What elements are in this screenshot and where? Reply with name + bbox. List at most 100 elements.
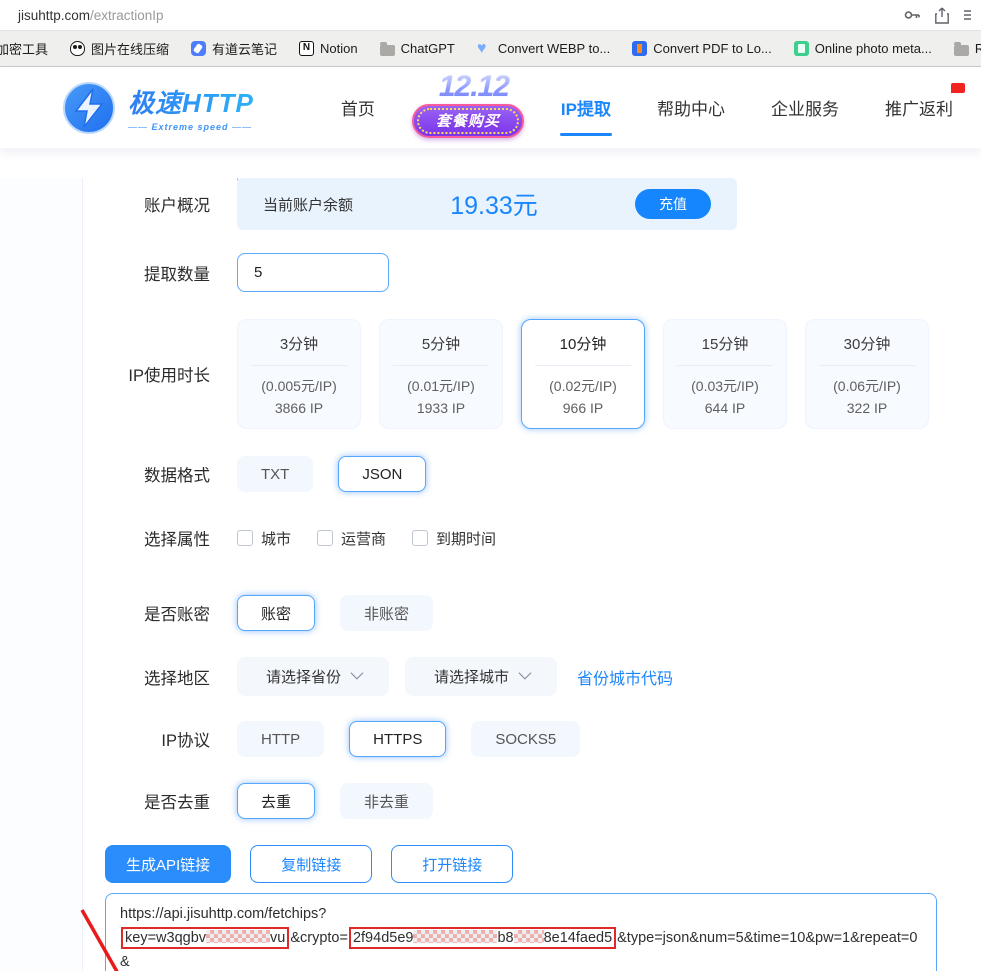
bookmark-label: 加密工具: [0, 42, 49, 57]
carrier-checkbox[interactable]: [317, 530, 334, 546]
promo-pill-label: 套餐购买: [435, 113, 500, 130]
blurred-key-segment: [206, 930, 271, 943]
balance-value: 19.33元: [450, 192, 538, 220]
main-nav: 首页 12.12 套餐购买 IP提取 帮助中心 企业服务 推广返利: [318, 70, 976, 140]
province-placeholder: 请选择省份: [265, 669, 341, 686]
quantity-input[interactable]: [237, 253, 389, 292]
redacted-crypto-annotation-box: 2f94d5e9 b8 8e14faed5: [348, 927, 617, 949]
attr-city[interactable]: 城市: [237, 528, 291, 549]
expiry-checkbox[interactable]: [412, 530, 429, 546]
duration-label: IP使用时长: [128, 367, 210, 385]
redacted-key-annotation-box: key=w3qgbv vu: [121, 927, 290, 949]
nav-referral-label: 推广返利: [884, 100, 953, 119]
auth-label: 是否账密: [144, 606, 210, 624]
blurred-crypto-segment: [413, 930, 498, 943]
city-placeholder: 请选择城市: [433, 669, 509, 686]
duration-title: 3分钟: [279, 336, 319, 353]
api-crypto-prefix: 2f94d5e9: [352, 930, 414, 946]
duration-title: 15分钟: [701, 336, 749, 353]
duration-title: 5分钟: [421, 336, 461, 353]
generate-api-link-button[interactable]: 生成API链接: [105, 845, 232, 883]
nav-enterprise[interactable]: 企业服务: [771, 95, 839, 120]
promo-pill: 套餐购买: [411, 103, 524, 138]
protocol-option-https-selected[interactable]: HTTPS: [349, 721, 447, 757]
site-logo[interactable]: 极速HTTP Extreme speed: [62, 81, 254, 135]
bookmark-item[interactable]: N Notion: [299, 41, 358, 56]
province-city-code-link[interactable]: 省份城市代码: [577, 665, 673, 689]
folder-icon: [953, 41, 969, 56]
bookmark-item[interactable]: Convert PDF to Lo...: [632, 41, 772, 56]
duration-stock: 966 IP: [562, 400, 604, 416]
attrs-label: 选择属性: [144, 531, 210, 549]
bookmark-item[interactable]: 加密工具: [0, 39, 48, 58]
bookmark-item[interactable]: Online photo meta...: [793, 41, 932, 56]
province-select[interactable]: 请选择省份: [237, 657, 389, 696]
share-icon[interactable]: [935, 7, 949, 24]
nav-ip-extract[interactable]: IP提取: [561, 95, 611, 120]
recharge-button[interactable]: 充值: [635, 189, 711, 219]
divider: [819, 365, 915, 366]
bookmark-label: 有道云笔记: [212, 42, 278, 57]
duration-title: 30分钟: [843, 336, 891, 353]
nav-help-center[interactable]: 帮助中心: [657, 95, 725, 120]
attr-carrier[interactable]: 运营商: [317, 528, 386, 549]
dedupe-option-no[interactable]: 非去重: [340, 783, 434, 819]
nav-home[interactable]: 首页: [341, 95, 375, 120]
bookmark-item[interactable]: ♥ Convert WEBP to...: [477, 41, 610, 57]
browser-url-bar[interactable]: jisuhttp.com/extractionIp: [0, 0, 981, 30]
duration-title: 10分钟: [559, 336, 607, 353]
format-label: 数据格式: [144, 467, 210, 485]
nav-referral[interactable]: 推广返利: [884, 83, 965, 120]
divider: [393, 365, 489, 366]
api-url-mid: &crypto=: [290, 930, 348, 946]
api-url-output[interactable]: https://api.jisuhttp.com/fetchips? key=w…: [105, 893, 937, 971]
copy-link-button[interactable]: 复制链接: [250, 845, 373, 883]
attr-expiry[interactable]: 到期时间: [412, 528, 496, 549]
photo-meta-icon: [793, 41, 809, 56]
bookmark-label: Online photo meta...: [814, 41, 932, 56]
folder-icon: [379, 41, 395, 56]
attr-label: 到期时间: [436, 530, 497, 548]
bookmark-item[interactable]: ChatGPT: [379, 41, 455, 56]
auth-option-no-credential[interactable]: 非账密: [340, 595, 434, 631]
bookmark-label: ChatGPT: [400, 41, 455, 56]
bookmark-item[interactable]: Relakkes: [953, 41, 981, 56]
chevron-down-icon: [350, 666, 364, 680]
bookmarks-bar: 加密工具 图片在线压缩 有道云笔记 N Notion ChatGPT ♥ Conve…: [0, 30, 981, 67]
city-select[interactable]: 请选择城市: [405, 657, 557, 696]
key-icon[interactable]: [904, 9, 921, 21]
format-option-txt[interactable]: TXT: [237, 456, 314, 492]
api-crypto-suffix: 8e14faed5: [543, 930, 613, 946]
bookmark-item[interactable]: 有道云笔记: [191, 39, 277, 58]
bookmark-label: Convert PDF to Lo...: [653, 41, 772, 56]
duration-price: (0.005元/IP): [261, 378, 337, 394]
nav-promo-banner[interactable]: 12.12 套餐购买: [411, 70, 524, 140]
divider: [251, 365, 347, 366]
protocol-option-http[interactable]: HTTP: [237, 721, 325, 757]
duration-option-30min[interactable]: 30分钟 (0.06元/IP) 322 IP: [805, 319, 929, 429]
blurred-crypto-segment-2: [513, 930, 544, 943]
api-url-line1: https://api.jisuhttp.com/fetchips?: [120, 906, 327, 922]
duration-option-15min[interactable]: 15分钟 (0.03元/IP) 644 IP: [663, 319, 787, 429]
attr-label: 城市: [261, 530, 292, 548]
lightning-logo-icon: [63, 81, 115, 134]
duration-stock: 1933 IP: [416, 400, 466, 416]
duration-option-10min-selected[interactable]: 10分钟 (0.02元/IP) 966 IP: [521, 319, 645, 429]
auth-option-credential-selected[interactable]: 账密: [237, 595, 316, 631]
hot-badge: [950, 83, 965, 93]
account-balance-box: 当前账户余额 19.33元 充值: [237, 178, 737, 230]
city-checkbox[interactable]: [237, 530, 253, 546]
clipped-toolbar-icon[interactable]: [963, 8, 971, 22]
format-option-json-selected[interactable]: JSON: [338, 456, 427, 492]
duration-option-3min[interactable]: 3分钟 (0.005元/IP) 3866 IP: [237, 319, 361, 429]
region-label: 选择地区: [144, 669, 210, 688]
url-path: /extractionIp: [90, 7, 164, 23]
protocol-option-socks5[interactable]: SOCKS5: [471, 721, 581, 757]
duration-option-5min[interactable]: 5分钟 (0.01元/IP) 1933 IP: [379, 319, 503, 429]
duration-price: (0.01元/IP): [407, 378, 475, 394]
bookmark-item[interactable]: 图片在线压缩: [70, 39, 169, 58]
dedupe-option-yes-selected[interactable]: 去重: [237, 783, 316, 819]
dedupe-label: 是否去重: [144, 794, 210, 812]
open-link-button[interactable]: 打开链接: [391, 845, 514, 883]
duration-stock: 644 IP: [704, 400, 746, 416]
